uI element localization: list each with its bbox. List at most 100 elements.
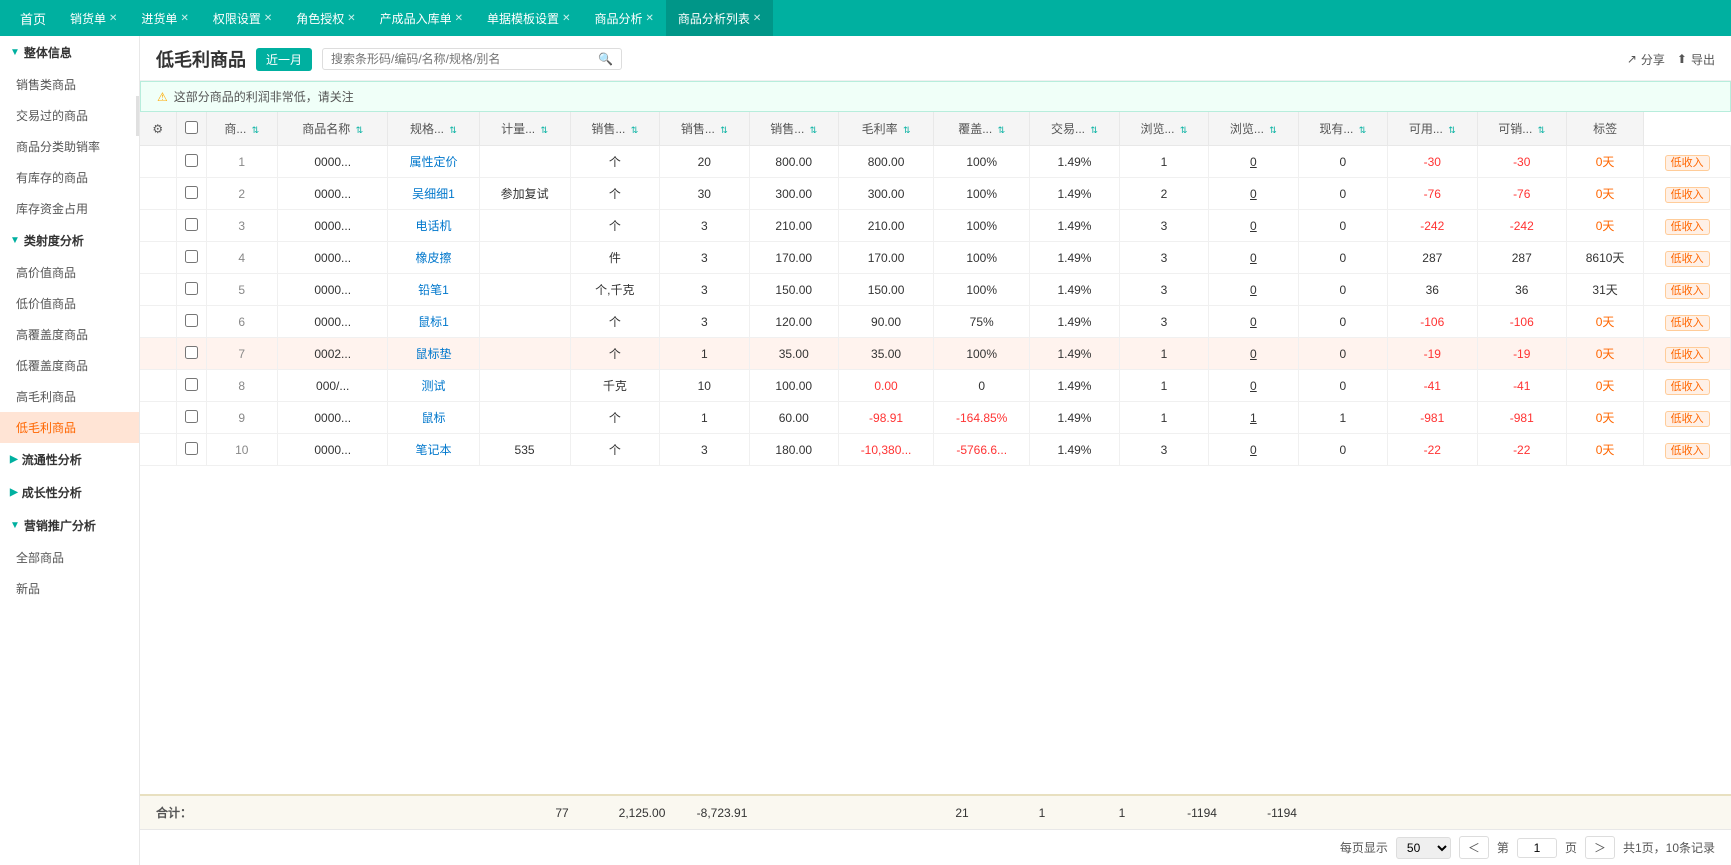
nav-item-role[interactable]: 角色授权 ✕ (284, 0, 367, 36)
row-checkbox[interactable] (185, 346, 198, 359)
row-view-count[interactable]: 0 (1209, 306, 1298, 338)
export-button[interactable]: ⬆ 导出 (1677, 51, 1715, 68)
row-checkbox-cell[interactable] (176, 434, 206, 466)
close-icon[interactable]: ✕ (645, 13, 653, 24)
prev-page-button[interactable]: ＜ (1459, 836, 1489, 859)
row-name[interactable]: 电话机 (388, 210, 479, 242)
sidebar-group-overall[interactable]: ▼ 整体信息 (0, 36, 139, 69)
sidebar-item-traded-goods[interactable]: 交易过的商品 (0, 100, 139, 131)
row-view-count[interactable]: 0 (1209, 146, 1298, 178)
row-name[interactable]: 鼠标 (388, 402, 479, 434)
available-stock-column-header[interactable]: 可用... ⇅ (1388, 112, 1477, 146)
tag-column-header[interactable]: 标签 (1566, 112, 1643, 146)
row-name[interactable]: 橡皮擦 (388, 242, 479, 274)
row-checkbox-cell[interactable] (176, 402, 206, 434)
share-button[interactable]: ↗ 分享 (1627, 51, 1665, 68)
sidebar-group-class[interactable]: ▼ 类射度分析 (0, 224, 139, 257)
sidebar-item-high-margin[interactable]: 高毛利商品 (0, 381, 139, 412)
sidebar-group-marketing[interactable]: ▼ 营销推广分析 (0, 509, 139, 542)
coverage-column-header[interactable]: 覆盖... ⇅ (934, 112, 1030, 146)
sidebar-item-all-goods[interactable]: 全部商品 (0, 542, 139, 573)
view-count-column-header[interactable]: 浏览... ⇅ (1119, 112, 1208, 146)
row-view-count[interactable]: 0 (1209, 210, 1298, 242)
sidebar-group-growth[interactable]: ▶ 成长性分析 (0, 476, 139, 509)
sales-amount-column-header[interactable]: 销售... ⇅ (749, 112, 838, 146)
code-column-header[interactable]: 商... ⇅ (206, 112, 278, 146)
row-view-count[interactable]: 0 (1209, 178, 1298, 210)
table-container[interactable]: ⚙ 商... ⇅ 商品名称 ⇅ (140, 112, 1731, 794)
row-checkbox[interactable] (185, 282, 198, 295)
row-checkbox-cell[interactable] (176, 210, 206, 242)
name-column-header[interactable]: 商品名称 ⇅ (278, 112, 388, 146)
nav-item-goods-analysis[interactable]: 商品分析 ✕ (582, 0, 665, 36)
row-name[interactable]: 吴细细1 (388, 178, 479, 210)
sidebar-item-sales-goods[interactable]: 销售类商品 (0, 69, 139, 100)
checkbox-column-header[interactable] (176, 112, 206, 146)
sidebar-item-high-value[interactable]: 高价值商品 (0, 257, 139, 288)
gear-icon[interactable]: ⚙ (152, 122, 163, 136)
sidebar-item-low-coverage[interactable]: 低覆盖度商品 (0, 350, 139, 381)
sidebar-item-high-coverage[interactable]: 高覆盖度商品 (0, 319, 139, 350)
spec-column-header[interactable]: 规格... ⇅ (388, 112, 479, 146)
sidebar-item-new-goods[interactable]: 新品 (0, 573, 139, 604)
select-all-checkbox[interactable] (185, 121, 198, 134)
row-checkbox[interactable] (185, 154, 198, 167)
row-checkbox-cell[interactable] (176, 146, 206, 178)
view-count2-column-header[interactable]: 浏览... ⇅ (1209, 112, 1298, 146)
sales-qty-column-header[interactable]: 销售... ⇅ (570, 112, 659, 146)
row-checkbox[interactable] (185, 218, 198, 231)
nav-item-home[interactable]: 首页 (8, 0, 58, 36)
sidebar-group-circulation[interactable]: ▶ 流通性分析 (0, 443, 139, 476)
row-name[interactable]: 笔记本 (388, 434, 479, 466)
row-checkbox[interactable] (185, 410, 198, 423)
row-view-count[interactable]: 0 (1209, 242, 1298, 274)
row-checkbox-cell[interactable] (176, 370, 206, 402)
close-icon[interactable]: ✕ (455, 13, 463, 24)
nav-item-goods-analysis-list[interactable]: 商品分析列表 ✕ (666, 0, 773, 36)
close-icon[interactable]: ✕ (347, 13, 355, 24)
row-name[interactable]: 属性定价 (388, 146, 479, 178)
nav-item-product-in[interactable]: 产成品入库单 ✕ (368, 0, 475, 36)
sidebar-item-low-margin[interactable]: 低毛利商品 (0, 412, 139, 443)
row-checkbox-cell[interactable] (176, 274, 206, 306)
filter-recent-month-button[interactable]: 近一月 (256, 48, 312, 71)
row-checkbox-cell[interactable] (176, 178, 206, 210)
sidebar-item-in-stock[interactable]: 有库存的商品 (0, 162, 139, 193)
row-checkbox[interactable] (185, 186, 198, 199)
next-page-button[interactable]: ＞ (1585, 836, 1615, 859)
sales-price-column-header[interactable]: 销售... ⇅ (660, 112, 749, 146)
row-checkbox-cell[interactable] (176, 306, 206, 338)
row-view-count[interactable]: 0 (1209, 434, 1298, 466)
nav-item-permission[interactable]: 权限设置 ✕ (201, 0, 284, 36)
nav-item-purchase[interactable]: 进货单 ✕ (129, 0, 200, 36)
close-icon[interactable]: ✕ (264, 13, 272, 24)
row-view-count[interactable]: 0 (1209, 274, 1298, 306)
close-icon[interactable]: ✕ (180, 13, 188, 24)
sellable-days-column-header[interactable]: 可销... ⇅ (1477, 112, 1566, 146)
sidebar-item-category-rate[interactable]: 商品分类助销率 (0, 131, 139, 162)
search-icon[interactable]: 🔍 (598, 52, 613, 66)
unit-column-header[interactable]: 计量... ⇅ (479, 112, 570, 146)
current-stock-column-header[interactable]: 现有... ⇅ (1298, 112, 1387, 146)
close-icon[interactable]: ✕ (562, 13, 570, 24)
row-view-count[interactable]: 0 (1209, 370, 1298, 402)
sidebar-item-stock-capital[interactable]: 库存资金占用 (0, 193, 139, 224)
row-checkbox[interactable] (185, 314, 198, 327)
row-checkbox[interactable] (185, 250, 198, 263)
trade-count-column-header[interactable]: 交易... ⇅ (1030, 112, 1119, 146)
close-icon[interactable]: ✕ (109, 13, 117, 24)
gross-margin-column-header[interactable]: 毛利率 ⇅ (838, 112, 933, 146)
row-checkbox-cell[interactable] (176, 338, 206, 370)
row-checkbox-cell[interactable] (176, 242, 206, 274)
close-icon[interactable]: ✕ (753, 13, 761, 24)
row-checkbox[interactable] (185, 378, 198, 391)
row-checkbox[interactable] (185, 442, 198, 455)
row-view-count[interactable]: 1 (1209, 402, 1298, 434)
nav-item-sales[interactable]: 销货单 ✕ (58, 0, 129, 36)
search-input[interactable] (331, 52, 594, 66)
row-name[interactable]: 鼠标垫 (388, 338, 479, 370)
sidebar-item-low-value[interactable]: 低价值商品 (0, 288, 139, 319)
page-number-input[interactable] (1517, 838, 1557, 858)
page-size-select[interactable]: 50 100 200 (1396, 837, 1451, 859)
row-name[interactable]: 鼠标1 (388, 306, 479, 338)
